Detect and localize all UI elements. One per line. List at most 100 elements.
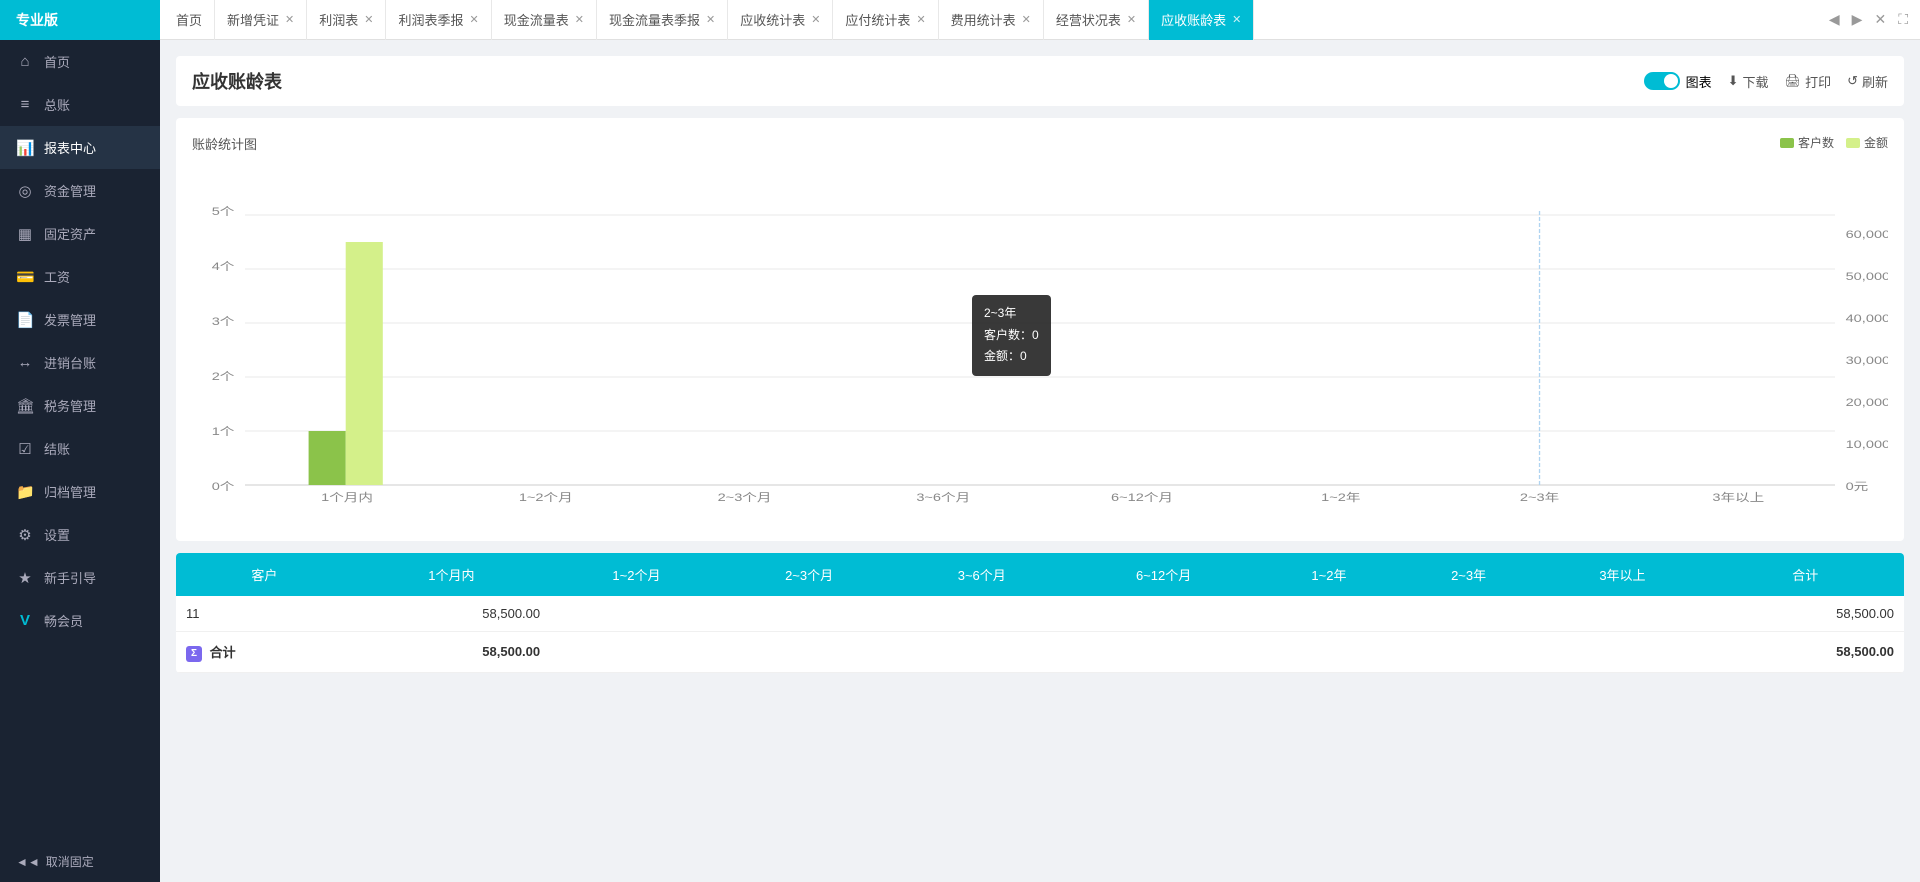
sidebar-label-vip: 畅会员: [44, 611, 83, 630]
sidebar-footer-pin[interactable]: ◄◄ 取消固定: [0, 841, 160, 882]
tab-profit[interactable]: 利润表 ✕: [307, 0, 386, 40]
page-title: 应收账龄表: [192, 68, 1644, 94]
tab-profit-q-close[interactable]: ✕: [470, 13, 479, 26]
sidebar-item-ledger[interactable]: ≡ 总账: [0, 83, 160, 126]
data-table: 客户 1个月内 1~2个月 2~3个月 3~6个月 6~12个月 1~2年 2~…: [176, 553, 1904, 673]
svg-text:60,000.00元: 60,000.00元: [1846, 228, 1888, 241]
total-m6to12: [1068, 632, 1259, 673]
tab-biz[interactable]: 经营状况表 ✕: [1044, 0, 1149, 40]
sidebar-item-assets[interactable]: ▦ 固定资产: [0, 212, 160, 255]
tab-voucher[interactable]: 新增凭证 ✕: [215, 0, 307, 40]
tab-expense-label: 费用统计表: [951, 10, 1016, 29]
print-btn[interactable]: 🖨 打印: [1785, 72, 1832, 91]
legend-customers: 客户数: [1780, 134, 1834, 151]
total-over3y: [1538, 632, 1706, 673]
chart-toggle[interactable]: [1644, 72, 1680, 90]
download-btn[interactable]: ⬇ 下载: [1728, 72, 1769, 91]
refresh-btn[interactable]: ↺ 刷新: [1847, 72, 1888, 91]
tab-biz-label: 经营状况表: [1056, 10, 1121, 29]
sidebar-label-home: 首页: [44, 52, 70, 71]
tab-home-label: 首页: [176, 10, 202, 29]
sidebar-item-archive[interactable]: 📁 归档管理: [0, 470, 160, 513]
sidebar-label-sales: 进销台账: [44, 353, 96, 372]
chart-toggle-wrap: 图表: [1644, 72, 1712, 91]
sidebar-label-tax: 税务管理: [44, 396, 96, 415]
sidebar-item-tax[interactable]: 🏛 税务管理: [0, 384, 160, 427]
sidebar-item-settle[interactable]: ☑ 结账: [0, 427, 160, 470]
settle-icon: ☑: [16, 440, 34, 458]
assets-icon: ▦: [16, 225, 34, 243]
col-m2to3: 2~3个月: [723, 553, 896, 596]
tab-prev-btn[interactable]: ◀: [1825, 9, 1844, 30]
sidebar-item-guide[interactable]: ★ 新手引导: [0, 556, 160, 599]
guide-icon: ★: [16, 569, 34, 587]
tab-expense-close[interactable]: ✕: [1022, 13, 1031, 26]
tab-expand-btn[interactable]: ⛶: [1894, 9, 1912, 30]
sidebar-item-invoice[interactable]: 📄 发票管理: [0, 298, 160, 341]
download-label: 下载: [1743, 72, 1769, 91]
tab-cashflow-q-close[interactable]: ✕: [706, 13, 715, 26]
sidebar-footer-label: 取消固定: [46, 853, 94, 870]
tab-ap-stat[interactable]: 应付统计表 ✕: [833, 0, 938, 40]
cell-within1m: 58,500.00: [353, 596, 550, 632]
tab-next-btn[interactable]: ▶: [1848, 9, 1867, 30]
col-total: 合计: [1706, 553, 1904, 596]
sidebar-item-reports[interactable]: 📊 报表中心: [0, 126, 160, 169]
svg-text:2~3年: 2~3年: [1520, 491, 1559, 504]
tab-close-all-btn[interactable]: ✕: [1870, 9, 1890, 30]
sales-icon: ↔: [16, 354, 34, 371]
reports-icon: 📊: [16, 139, 34, 157]
tab-ar-stat[interactable]: 应收统计表 ✕: [728, 0, 833, 40]
sidebar-label-ledger: 总账: [44, 95, 70, 114]
col-y1to2: 1~2年: [1259, 553, 1399, 596]
svg-text:2~3个月: 2~3个月: [718, 491, 772, 504]
sidebar-item-salary[interactable]: 💳 工资: [0, 255, 160, 298]
tab-cashflow[interactable]: 现金流量表 ✕: [492, 0, 597, 40]
tab-biz-close[interactable]: ✕: [1127, 13, 1136, 26]
cell-m3to6: [895, 596, 1068, 632]
total-y1to2: [1259, 632, 1399, 673]
funds-icon: ◎: [16, 182, 34, 200]
tab-cashflow-close[interactable]: ✕: [575, 13, 584, 26]
svg-text:5个: 5个: [212, 205, 235, 218]
tab-ar-stat-close[interactable]: ✕: [811, 13, 820, 26]
tab-expense[interactable]: 费用统计表 ✕: [939, 0, 1044, 40]
table-total-row: Σ 合计 58,500.00 58,500.00: [176, 632, 1904, 673]
total-m3to6: [895, 632, 1068, 673]
svg-text:30,000.00元: 30,000.00元: [1846, 354, 1888, 367]
total-m1to2: [550, 632, 723, 673]
sidebar-item-home[interactable]: ⌂ 首页: [0, 40, 160, 83]
svg-text:3年以上: 3年以上: [1712, 491, 1764, 504]
tab-profit-label: 利润表: [319, 10, 358, 29]
tab-cashflow-q[interactable]: 现金流量表季报 ✕: [597, 0, 728, 40]
sidebar-item-funds[interactable]: ◎ 资金管理: [0, 169, 160, 212]
print-label: 打印: [1805, 72, 1831, 91]
tab-voucher-close[interactable]: ✕: [285, 13, 294, 26]
svg-text:6~12个月: 6~12个月: [1111, 491, 1173, 504]
sidebar-label-reports: 报表中心: [44, 138, 96, 157]
table-row: 11 58,500.00 58,500.00: [176, 596, 1904, 632]
sidebar-item-sales[interactable]: ↔ 进销台账: [0, 341, 160, 384]
tab-profit-close[interactable]: ✕: [364, 13, 373, 26]
legend-amount: 金额: [1846, 134, 1888, 151]
tab-ar-aging[interactable]: 应收账龄表 ✕: [1149, 0, 1254, 40]
col-y2to3: 2~3年: [1399, 553, 1539, 596]
cell-m2to3: [723, 596, 896, 632]
sidebar-label-archive: 归档管理: [44, 482, 96, 501]
sidebar-item-settings[interactable]: ⚙ 设置: [0, 513, 160, 556]
tab-cashflow-q-label: 现金流量表季报: [609, 10, 700, 29]
tab-ap-stat-close[interactable]: ✕: [916, 13, 925, 26]
sidebar-item-vip[interactable]: V 畅会员: [0, 599, 160, 642]
download-icon: ⬇: [1728, 73, 1739, 89]
svg-text:3~6个月: 3~6个月: [916, 491, 970, 504]
tab-home[interactable]: 首页: [164, 0, 215, 40]
tab-ar-aging-label: 应收账龄表: [1161, 10, 1226, 29]
tab-ar-aging-close[interactable]: ✕: [1232, 13, 1241, 26]
tab-profit-q[interactable]: 利润表季报 ✕: [386, 0, 491, 40]
tab-ap-stat-label: 应付统计表: [845, 10, 910, 29]
legend-customers-label: 客户数: [1798, 134, 1834, 151]
refresh-icon: ↺: [1847, 73, 1858, 89]
ledger-icon: ≡: [16, 96, 34, 113]
home-icon: ⌂: [16, 53, 34, 70]
svg-text:4个: 4个: [212, 260, 235, 273]
